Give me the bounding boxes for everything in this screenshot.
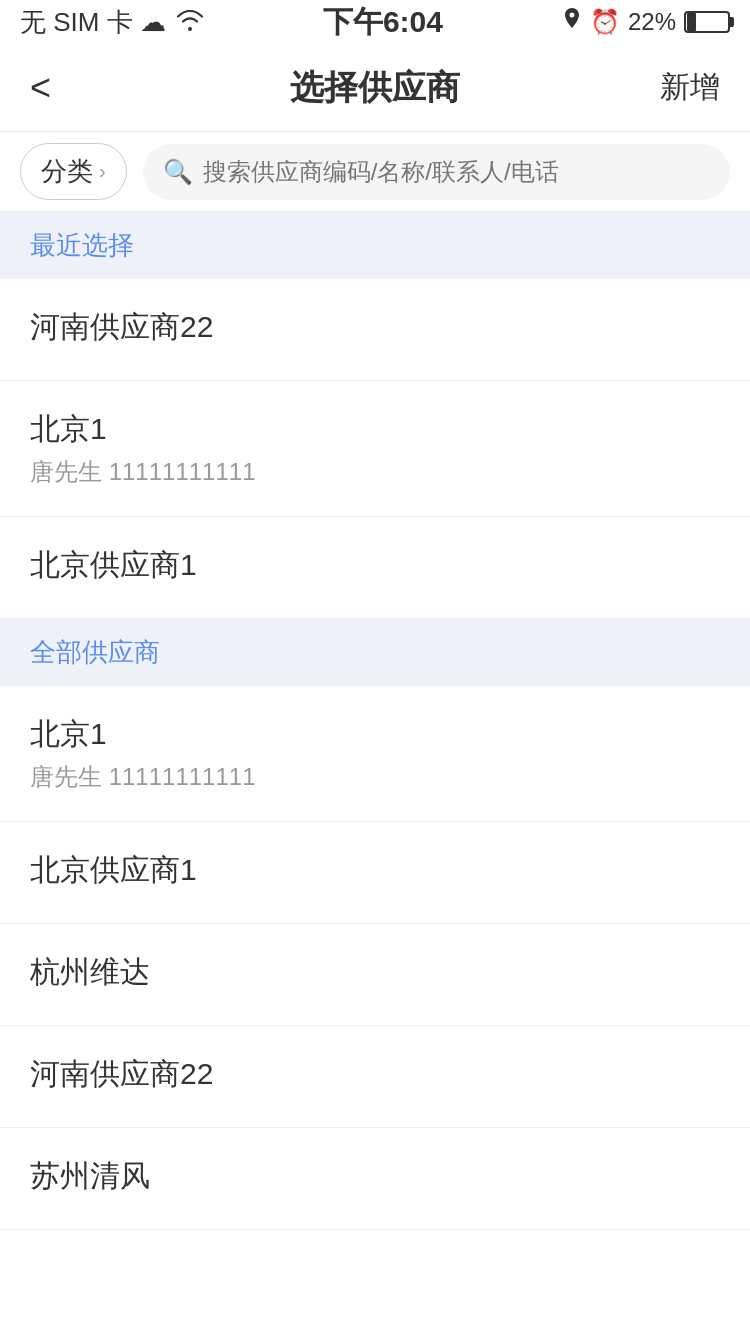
item-name: 北京1 [30,714,720,755]
list-item[interactable]: 河南供应商22 [0,279,750,381]
item-name: 北京供应商1 [30,545,720,586]
list-item[interactable]: 河南供应商22 [0,1026,750,1128]
all-items-list: 北京1 唐先生 11111111111 北京供应商1 杭州维达河南供应商22 苏州清风 [0,686,750,1230]
recent-section-header: 最近选择 [0,212,750,279]
item-detail: 唐先生 11111111111 [30,761,720,793]
back-button[interactable]: < [30,67,90,109]
all-section-header: 全部供应商 [0,619,750,686]
battery-icon [684,11,730,33]
alarm-icon: ⏰ [590,8,620,36]
status-time: 下午6:04 [323,2,443,43]
category-button[interactable]: 分类 › [20,143,127,200]
search-box[interactable]: 🔍 [143,144,730,200]
page-title: 选择供应商 [290,65,460,111]
nav-bar: < 选择供应商 新增 [0,44,750,132]
item-name: 河南供应商22 [30,307,720,348]
search-icon: 🔍 [163,158,193,186]
sim-status: 无 SIM 卡 ☁ [20,5,166,40]
status-bar: 无 SIM 卡 ☁ 下午6:04 ⏰ 22% [0,0,750,44]
list-item[interactable]: 北京供应商1 [0,517,750,619]
add-button[interactable]: 新增 [660,67,720,108]
wifi-icon [176,7,204,38]
item-detail: 唐先生 11111111111 [30,456,720,488]
all-section-label: 全部供应商 [30,637,160,667]
item-name: 苏州清风 [30,1156,720,1197]
status-right: ⏰ 22% [562,8,730,36]
status-left: 无 SIM 卡 ☁ [20,5,204,40]
list-item[interactable]: 苏州清风 [0,1128,750,1230]
item-name: 杭州维达 [30,952,720,993]
recent-section-label: 最近选择 [30,230,134,260]
category-label: 分类 [41,154,93,189]
location-icon [562,8,582,36]
list-item[interactable]: 杭州维达 [0,924,750,1026]
item-name: 北京1 [30,409,720,450]
item-name: 北京供应商1 [30,850,720,891]
battery-percent: 22% [628,8,676,36]
filter-bar: 分类 › 🔍 [0,132,750,212]
search-input[interactable] [203,158,710,186]
list-item[interactable]: 北京供应商1 [0,822,750,924]
list-item[interactable]: 北京1 唐先生 11111111111 [0,381,750,517]
chevron-right-icon: › [99,160,106,183]
list-item[interactable]: 北京1 唐先生 11111111111 [0,686,750,822]
item-name: 河南供应商22 [30,1054,720,1095]
recent-items-list: 河南供应商22 北京1 唐先生 11111111111 北京供应商1 [0,279,750,619]
